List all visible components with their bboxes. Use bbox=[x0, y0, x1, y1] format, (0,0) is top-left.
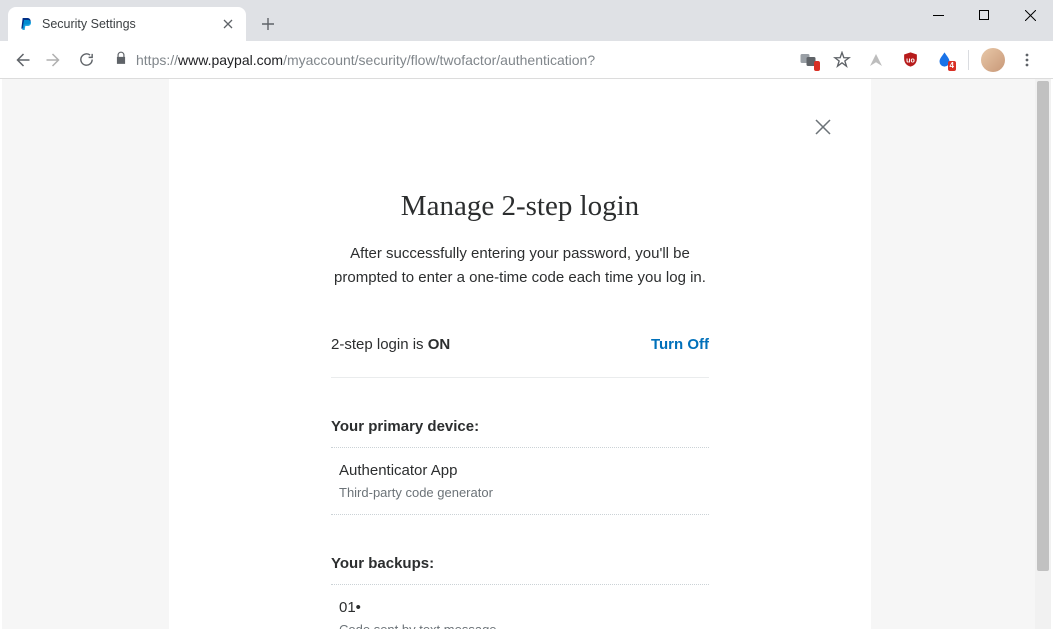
primary-device-subtitle: Third-party code generator bbox=[339, 485, 709, 500]
bookmark-star-icon[interactable] bbox=[828, 46, 856, 74]
url-path: /myaccount/security/flow/twofactor/authe… bbox=[283, 52, 595, 68]
status-label: 2-step login is ON bbox=[331, 336, 450, 353]
titlebar: Security Settings bbox=[0, 0, 1053, 41]
page-title: Manage 2-step login bbox=[331, 189, 709, 224]
browser-toolbar: https://www.paypal.com/myaccount/securit… bbox=[0, 41, 1053, 79]
minimize-button[interactable] bbox=[915, 0, 961, 30]
extension-drop-icon[interactable]: 4 bbox=[930, 46, 958, 74]
forward-button[interactable] bbox=[40, 46, 68, 74]
svg-text:uo: uo bbox=[906, 56, 915, 64]
primary-device-heading: Your primary device: bbox=[331, 418, 709, 447]
page-subtitle: After successfully entering your passwor… bbox=[331, 242, 709, 290]
turn-off-link[interactable]: Turn Off bbox=[651, 336, 709, 353]
tab-title: Security Settings bbox=[42, 17, 212, 31]
window-controls bbox=[915, 0, 1053, 32]
url-protocol: https:// bbox=[136, 52, 178, 68]
paypal-favicon-icon bbox=[18, 16, 34, 32]
back-button[interactable] bbox=[8, 46, 36, 74]
extension-icon[interactable] bbox=[862, 46, 890, 74]
url-text: https://www.paypal.com/myaccount/securit… bbox=[136, 52, 595, 68]
primary-device-name: Authenticator App bbox=[339, 462, 709, 479]
content-card: Manage 2-step login After successfully e… bbox=[169, 79, 871, 629]
extension-badge bbox=[814, 61, 820, 71]
status-row: 2-step login is ON Turn Off bbox=[331, 336, 709, 378]
modal-close-button[interactable] bbox=[811, 115, 835, 139]
profile-avatar[interactable] bbox=[979, 46, 1007, 74]
new-tab-button[interactable] bbox=[254, 10, 282, 38]
lock-icon bbox=[114, 51, 128, 68]
ublock-shield-icon[interactable]: uo bbox=[896, 46, 924, 74]
browser-tab[interactable]: Security Settings bbox=[8, 7, 246, 41]
tab-close-icon[interactable] bbox=[220, 16, 236, 32]
translate-extension-icon[interactable] bbox=[794, 46, 822, 74]
extensions-area: uo 4 bbox=[794, 46, 1045, 74]
backup-device-subtitle: Code sent by text message bbox=[339, 622, 709, 629]
reload-button[interactable] bbox=[72, 46, 100, 74]
url-host: www.paypal.com bbox=[178, 52, 283, 68]
toolbar-divider bbox=[968, 50, 969, 70]
status-value: ON bbox=[428, 336, 451, 353]
avatar-icon bbox=[981, 48, 1005, 72]
maximize-button[interactable] bbox=[961, 0, 1007, 30]
browser-menu-button[interactable] bbox=[1013, 46, 1041, 74]
status-prefix: 2-step login is bbox=[331, 336, 428, 353]
primary-device-row[interactable]: Authenticator App Third-party code gener… bbox=[331, 447, 709, 515]
window-close-button[interactable] bbox=[1007, 0, 1053, 30]
scrollbar-thumb[interactable] bbox=[1037, 81, 1049, 571]
extension-count-badge: 4 bbox=[948, 61, 956, 71]
page-viewport: Manage 2-step login After successfully e… bbox=[2, 79, 1051, 629]
address-bar[interactable]: https://www.paypal.com/myaccount/securit… bbox=[104, 45, 790, 75]
scrollbar-track[interactable] bbox=[1035, 79, 1051, 629]
backups-heading: Your backups: bbox=[331, 555, 709, 584]
backup-device-name: 01• bbox=[339, 599, 709, 616]
backup-device-row[interactable]: 01• Code sent by text message bbox=[331, 584, 709, 629]
